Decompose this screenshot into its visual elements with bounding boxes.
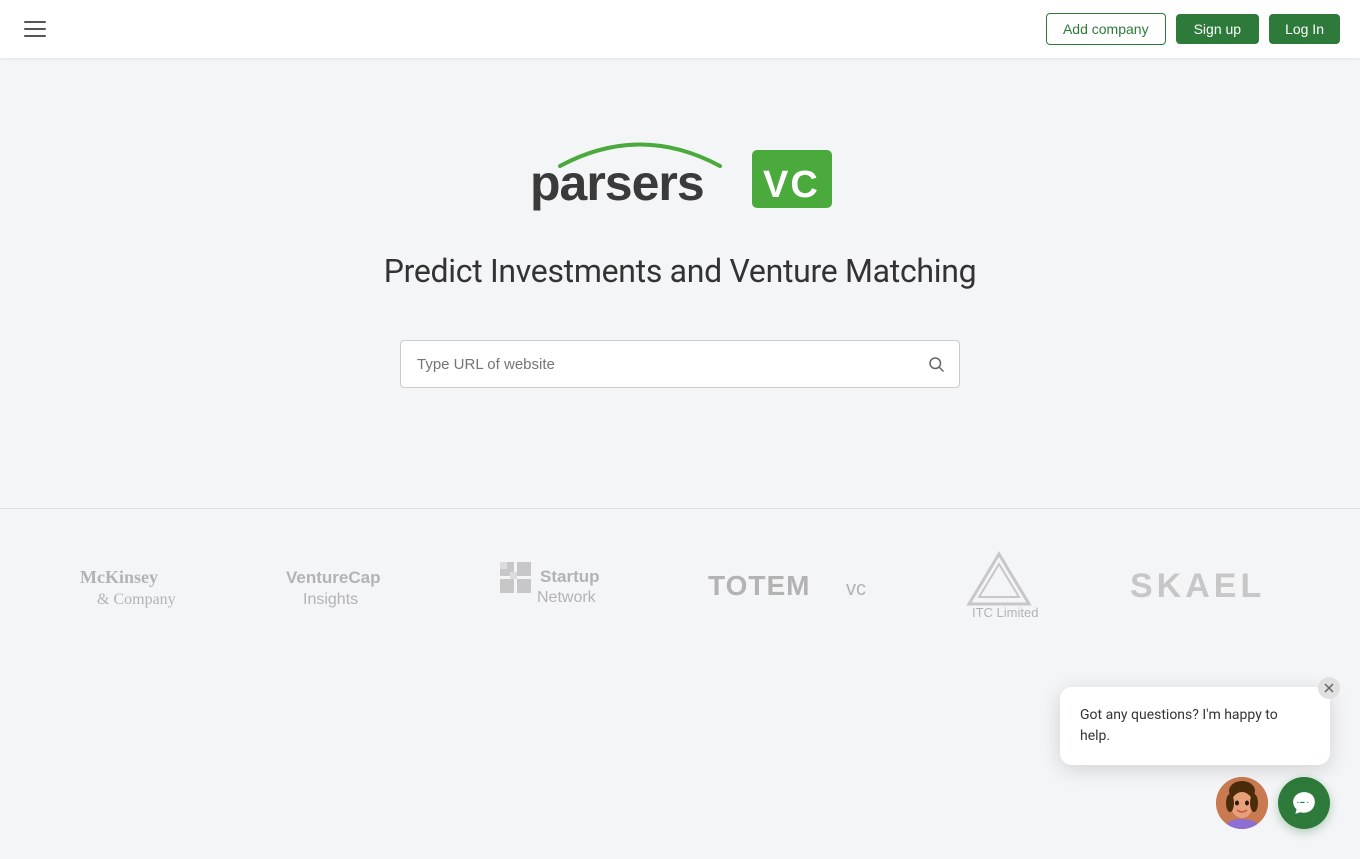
partner-skael: SKAEL	[1125, 557, 1285, 612]
svg-text:SKAEL: SKAEL	[1130, 567, 1265, 605]
logo-container: parsers VC	[520, 128, 840, 222]
svg-text:TOTEM: TOTEM	[708, 570, 810, 601]
add-company-button[interactable]: Add company	[1046, 13, 1166, 45]
header-right: Add company Sign up Log In	[1046, 13, 1340, 45]
main-header: Add company Sign up Log In	[0, 0, 1360, 58]
svg-text:Insights: Insights	[303, 591, 358, 608]
signup-button[interactable]: Sign up	[1176, 14, 1259, 44]
skael-logo: SKAEL	[1125, 557, 1285, 612]
partner-venturecap: VentureCap Insights	[281, 557, 441, 612]
search-icon	[927, 355, 945, 373]
mckinsey-logo: McKinsey & Company	[75, 557, 230, 612]
chat-footer	[1060, 777, 1330, 829]
svg-text:Startup: Startup	[540, 567, 600, 586]
svg-text:parsers: parsers	[530, 155, 704, 211]
tagline: Predict Investments and Venture Matching	[384, 252, 977, 290]
avatar-image	[1216, 777, 1268, 829]
login-button[interactable]: Log In	[1269, 14, 1340, 44]
svg-text:Network: Network	[537, 589, 597, 606]
svg-text:vc: vc	[846, 578, 866, 600]
startup-network-logo: Startup Network	[492, 554, 652, 614]
chat-open-button[interactable]	[1278, 777, 1330, 829]
partner-totemvc: TOTEM vc	[703, 557, 873, 612]
partner-itc: ITC Limited	[924, 549, 1074, 619]
chat-message: Got any questions? I'm happy to help.	[1080, 705, 1310, 747]
svg-text:VentureCap: VentureCap	[286, 568, 380, 587]
main-content: parsers VC Predict Investments and Ventu…	[0, 0, 1360, 659]
venturecap-logo: VentureCap Insights	[281, 557, 441, 612]
header-left	[20, 17, 50, 41]
itc-logo: ITC Limited	[944, 549, 1054, 619]
menu-button[interactable]	[20, 17, 50, 41]
search-input[interactable]	[400, 340, 912, 388]
close-icon	[1324, 683, 1334, 693]
partners-section: McKinsey & Company VentureCap Insights	[0, 508, 1360, 659]
search-bar	[400, 340, 960, 388]
search-button[interactable]	[912, 340, 960, 388]
chat-widget: Got any questions? I'm happy to help.	[1060, 687, 1330, 829]
totemvc-logo: TOTEM vc	[703, 557, 873, 612]
chat-bubble: Got any questions? I'm happy to help.	[1060, 687, 1330, 765]
partner-mckinsey: McKinsey & Company	[75, 557, 230, 612]
svg-text:VC: VC	[763, 164, 820, 206]
chat-avatar	[1216, 777, 1268, 829]
chat-icon	[1291, 790, 1317, 816]
svg-text:ITC Limited: ITC Limited	[972, 605, 1038, 619]
hero-section: parsers VC Predict Investments and Ventu…	[0, 58, 1360, 508]
chat-close-button[interactable]	[1318, 677, 1340, 699]
partner-startup-network: Startup Network	[492, 554, 652, 614]
svg-text:McKinsey: McKinsey	[80, 567, 158, 587]
parsers-vc-logo: parsers VC	[520, 128, 840, 218]
svg-text:& Company: & Company	[97, 591, 176, 608]
